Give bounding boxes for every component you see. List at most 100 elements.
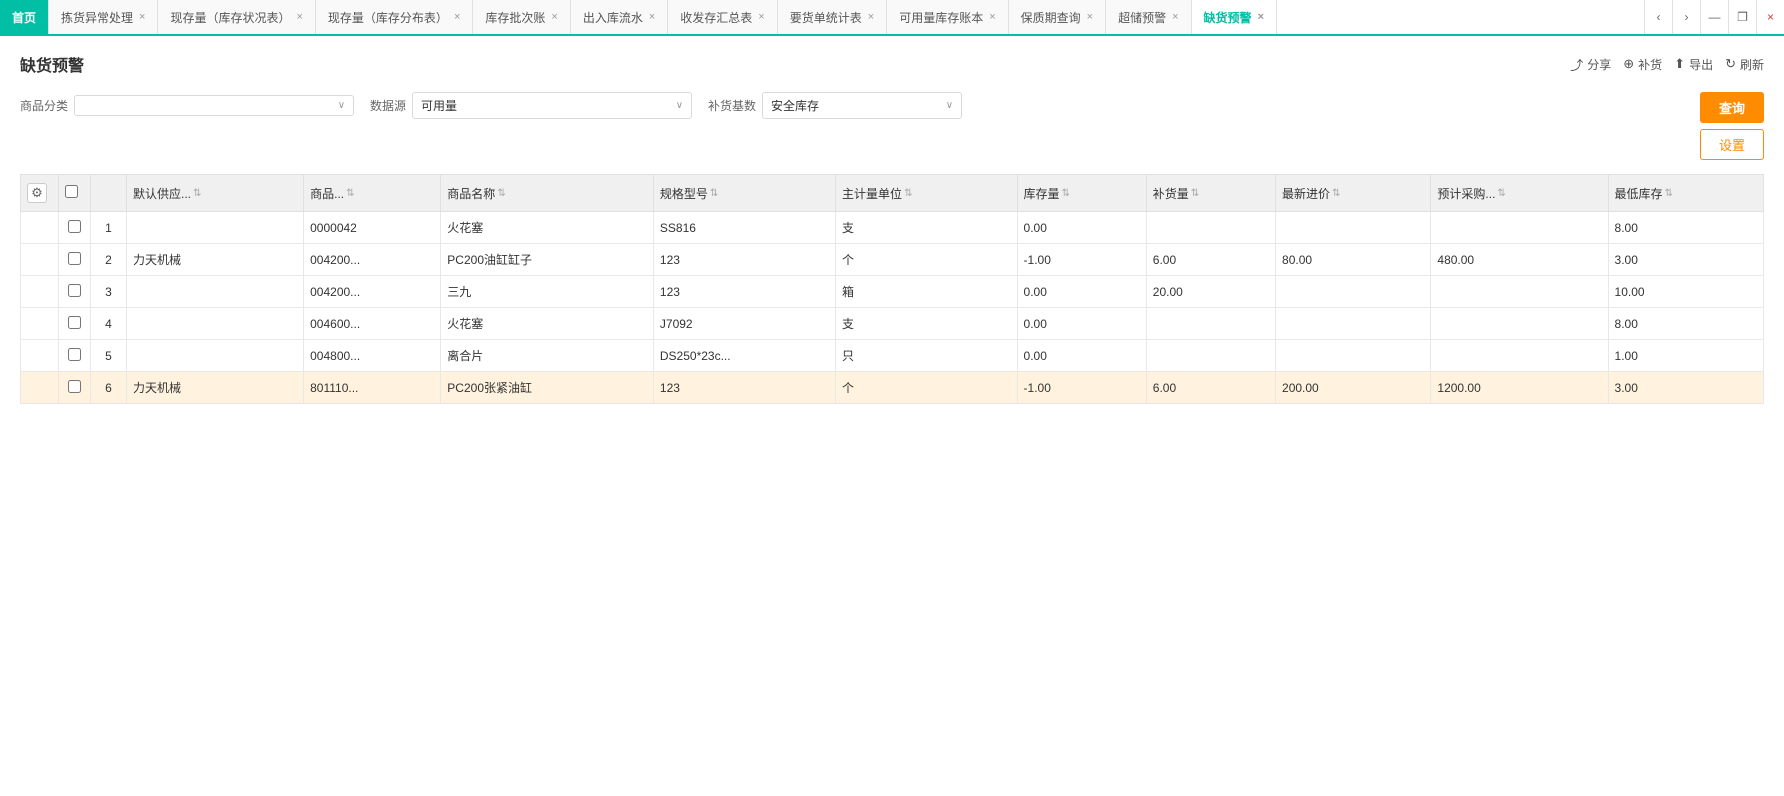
th-supplier-sort-icon[interactable]: ⇅ [193, 188, 201, 199]
page-header: 缺货预警 ⤴ 分享 ⊕ 补货 ⬆ 导出 ↻ 刷新 [20, 52, 1764, 76]
row-stock-5: -1.00 [1017, 372, 1146, 404]
row-checkbox-cell-0 [59, 212, 91, 244]
tab-close-9[interactable]: × [1087, 11, 1093, 23]
row-checkbox-cell-2 [59, 276, 91, 308]
tab-close-1[interactable]: × [139, 11, 145, 23]
row-stock-2: 0.00 [1017, 276, 1146, 308]
table-body: 1 0000042 火花塞 SS816 支 0.00 8.00 2 力天机械 0… [21, 212, 1764, 404]
row-settings-0 [21, 212, 59, 244]
th-min-stock: 最低库存 ⇅ [1608, 175, 1763, 212]
th-min-stock-sort-icon[interactable]: ⇅ [1665, 188, 1673, 199]
tab-label-10: 超储预警 [1118, 9, 1166, 26]
row-checkbox-5[interactable] [68, 380, 81, 393]
replenish-basis-select[interactable]: 安全库存 ∨ [762, 92, 962, 119]
tab-close-10[interactable]: × [1172, 11, 1178, 23]
tab-close-11[interactable]: × [1258, 11, 1264, 23]
select-all-checkbox[interactable] [65, 185, 78, 198]
tab-item-2[interactable]: 现存量（库存状况表） × [158, 0, 315, 35]
row-replenish-0 [1146, 212, 1275, 244]
tab-label-2: 现存量（库存状况表） [170, 9, 290, 26]
data-source-select[interactable]: 可用量 ∨ [412, 92, 692, 119]
row-checkbox-0[interactable] [68, 220, 81, 233]
row-checkbox-2[interactable] [68, 284, 81, 297]
row-checkbox-1[interactable] [68, 252, 81, 265]
table-row: 1 0000042 火花塞 SS816 支 0.00 8.00 [21, 212, 1764, 244]
tab-item-9[interactable]: 保质期查询× [1009, 0, 1106, 35]
tab-item-7[interactable]: 要货单统计表× [778, 0, 887, 35]
row-supplier-3 [127, 308, 304, 340]
tab-prev-button[interactable]: ‹ [1644, 0, 1672, 35]
row-checkbox-cell-1 [59, 244, 91, 276]
row-settings-1 [21, 244, 59, 276]
row-checkbox-4[interactable] [68, 348, 81, 361]
tab-item-4[interactable]: 库存批次账× [473, 0, 570, 35]
row-replenish-3 [1146, 308, 1275, 340]
window-close-button[interactable]: × [1756, 0, 1784, 35]
th-replenish-sort-icon[interactable]: ⇅ [1191, 188, 1199, 199]
main-content: 缺货预警 ⤴ 分享 ⊕ 补货 ⬆ 导出 ↻ 刷新 商品分类 [0, 36, 1784, 796]
tab-label-1: 拣货异常处理 [61, 9, 133, 26]
th-item-name-label: 商品名称 [447, 185, 495, 202]
tab-item-3[interactable]: 现存量（库存分布表）× [316, 0, 473, 35]
tab-item-1[interactable]: 拣货异常处理 × [49, 0, 158, 35]
th-item-code-sort-icon[interactable]: ⇅ [346, 188, 354, 199]
row-num-4: 5 [91, 340, 127, 372]
th-settings: ⚙ [21, 175, 59, 212]
category-filter-group: 商品分类 ∨ [20, 95, 354, 116]
row-spec-5: 123 [653, 372, 835, 404]
data-table: ⚙ 默认供应... ⇅ 商品... ⇅ [20, 174, 1764, 404]
row-replenish-5: 6.00 [1146, 372, 1275, 404]
tab-close-5[interactable]: × [649, 11, 655, 23]
th-latest-price-sort-icon[interactable]: ⇅ [1332, 188, 1340, 199]
tab-item-10[interactable]: 超储预警 × [1106, 0, 1191, 35]
tab-item-8[interactable]: 可用量库存账本× [887, 0, 1008, 35]
query-button[interactable]: 查询 [1700, 92, 1764, 123]
th-item-code: 商品... ⇅ [304, 175, 441, 212]
window-restore-button[interactable]: ❐ [1728, 0, 1756, 35]
tab-label-6: 收发存汇总表 [680, 9, 752, 26]
th-spec: 规格型号 ⇅ [653, 175, 835, 212]
window-minimize-button[interactable]: — [1700, 0, 1728, 35]
data-source-value: 可用量 [421, 97, 457, 114]
th-stock-sort-icon[interactable]: ⇅ [1062, 188, 1070, 199]
tab-item-11[interactable]: 缺货预警× [1192, 0, 1277, 35]
tab-next-button[interactable]: › [1672, 0, 1700, 35]
row-checkbox-3[interactable] [68, 316, 81, 329]
row-stock-1: -1.00 [1017, 244, 1146, 276]
category-select[interactable]: ∨ [74, 95, 354, 116]
tab-close-4[interactable]: × [551, 11, 557, 23]
tab-item-5[interactable]: 出入库流水× [571, 0, 668, 35]
table-header: ⚙ 默认供应... ⇅ 商品... ⇅ [21, 175, 1764, 212]
row-item-name-2: 三九 [441, 276, 654, 308]
row-latest-price-1: 80.00 [1276, 244, 1431, 276]
row-unit-4: 只 [836, 340, 1017, 372]
th-supplier: 默认供应... ⇅ [127, 175, 304, 212]
refresh-button[interactable]: ↻ 刷新 [1725, 56, 1764, 73]
th-item-name-sort-icon[interactable]: ⇅ [497, 188, 505, 199]
th-unit-sort-icon[interactable]: ⇅ [904, 188, 912, 199]
tab-label-0: 首页 [12, 9, 36, 26]
replenish-button[interactable]: ⊕ 补货 [1623, 56, 1662, 73]
row-unit-1: 个 [836, 244, 1017, 276]
settings-button[interactable]: 设置 [1700, 129, 1764, 160]
tab-close-2[interactable]: × [296, 11, 302, 23]
tab-close-6[interactable]: × [758, 11, 764, 23]
table-row: 6 力天机械 801110... PC200张紧油缸 123 个 -1.00 6… [21, 372, 1764, 404]
column-settings-icon[interactable]: ⚙ [27, 183, 47, 203]
tab-close-3[interactable]: × [454, 11, 460, 23]
share-button[interactable]: ⤴ 分享 [1570, 55, 1611, 74]
row-item-code-0: 0000042 [304, 212, 441, 244]
replenish-basis-label: 补货基数 [708, 97, 756, 114]
tab-close-8[interactable]: × [989, 11, 995, 23]
tab-close-7[interactable]: × [868, 11, 874, 23]
data-source-filter-group: 数据源 可用量 ∨ [370, 92, 692, 119]
row-settings-4 [21, 340, 59, 372]
row-supplier-2 [127, 276, 304, 308]
row-stock-4: 0.00 [1017, 340, 1146, 372]
tab-item-6[interactable]: 收发存汇总表 × [668, 0, 777, 35]
export-button[interactable]: ⬆ 导出 [1674, 56, 1713, 73]
th-spec-sort-icon[interactable]: ⇅ [710, 188, 718, 199]
th-estimated-purchase-sort-icon[interactable]: ⇅ [1497, 188, 1505, 199]
category-chevron-icon: ∨ [338, 100, 345, 111]
tab-item-0[interactable]: 首页 [0, 0, 49, 35]
